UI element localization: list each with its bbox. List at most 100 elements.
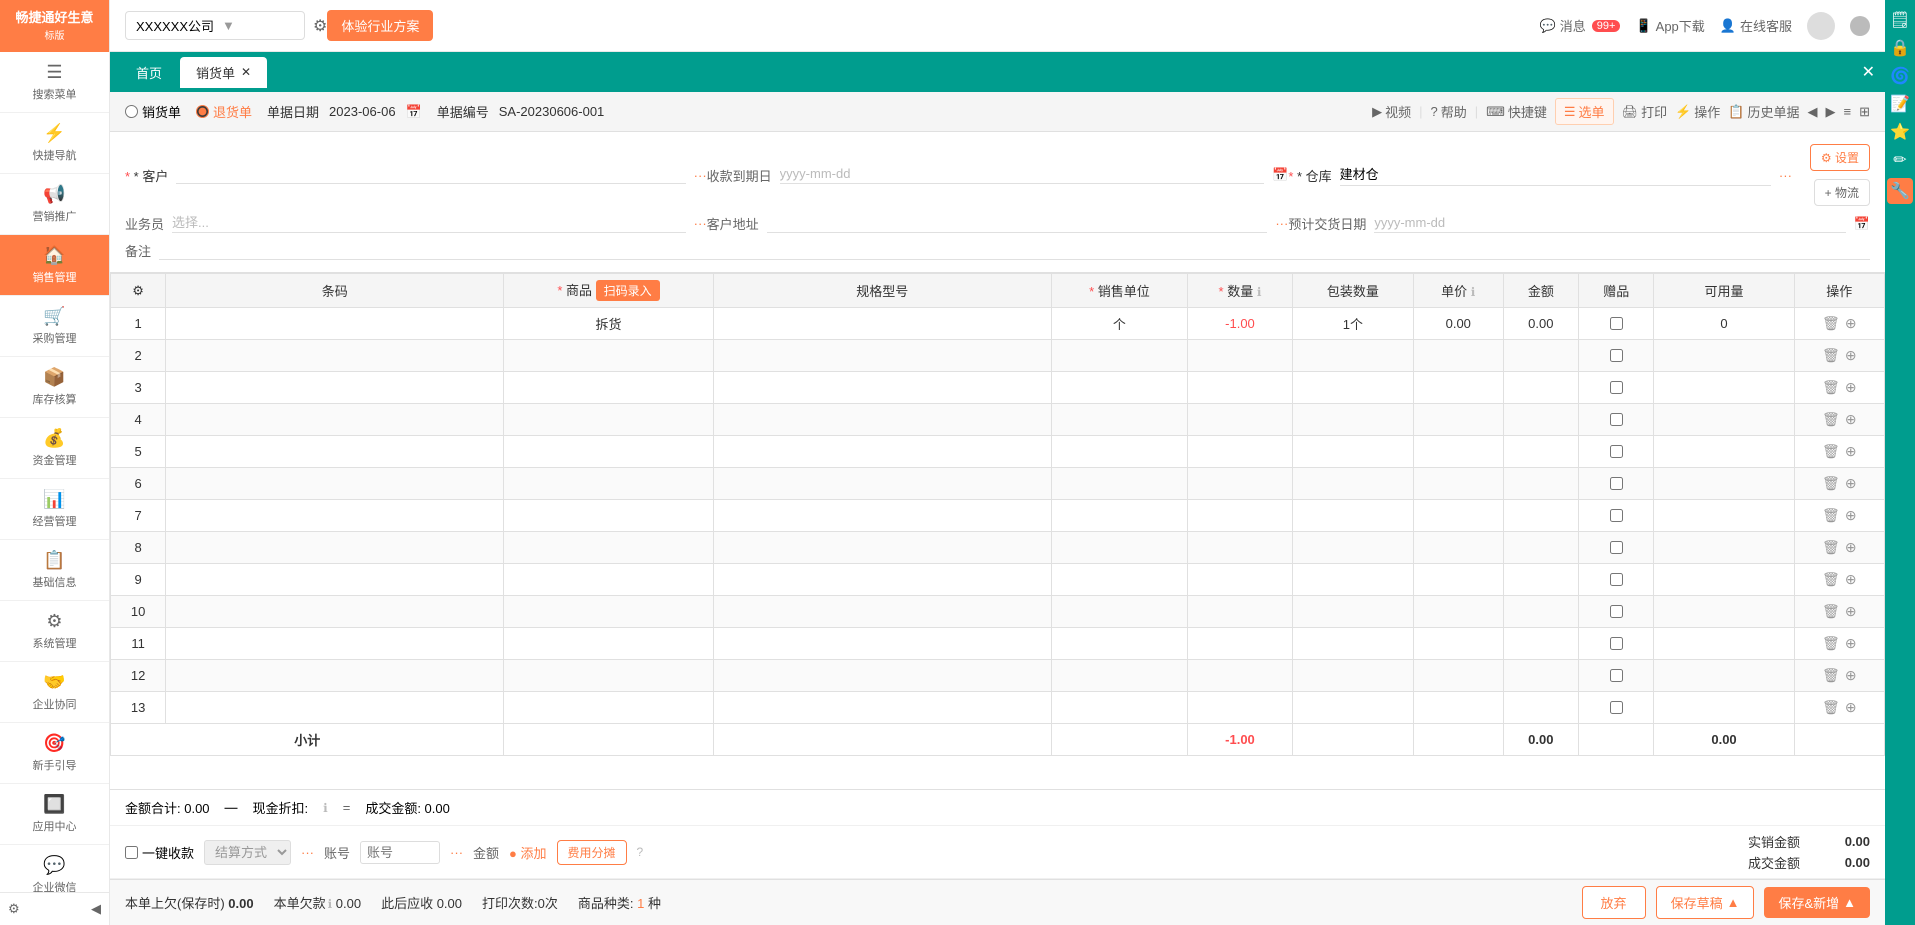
spec-input[interactable] (722, 604, 1043, 619)
one-key-payment-checkbox[interactable] (125, 846, 138, 859)
spec-input[interactable] (722, 668, 1043, 683)
toolbar-operate[interactable]: ⚡ 操作 (1675, 102, 1720, 121)
prev-icon[interactable]: ◀ (1808, 104, 1818, 120)
gift-checkbox[interactable] (1610, 509, 1623, 522)
scan-button[interactable]: 扫码录入 (596, 280, 660, 301)
delete-icon[interactable]: 🗑 (1822, 475, 1840, 492)
barcode-input[interactable] (174, 476, 495, 491)
cell-spec[interactable] (713, 500, 1051, 532)
sidebar-item-purchase[interactable]: 🛒 采购管理 (0, 296, 109, 357)
barcode-input[interactable] (174, 604, 495, 619)
delete-icon[interactable]: 🗑 (1822, 635, 1840, 652)
gift-checkbox[interactable] (1610, 637, 1623, 650)
sidebar-item-quick-nav[interactable]: ⚡ 快捷导航 (0, 113, 109, 174)
spec-input[interactable] (722, 444, 1043, 459)
col-gear[interactable]: ⚙ (111, 274, 166, 308)
spec-input[interactable] (722, 540, 1043, 555)
account-more-icon[interactable]: ··· (450, 845, 463, 860)
copy-icon[interactable]: ⊕ (1845, 571, 1857, 588)
delete-icon[interactable]: 🗑 (1822, 347, 1840, 364)
gift-checkbox[interactable] (1610, 477, 1623, 490)
cell-barcode[interactable] (166, 596, 504, 628)
fee-split-button[interactable]: 费用分摊 (557, 840, 627, 865)
cell-barcode[interactable] (166, 564, 504, 596)
cell-spec[interactable] (713, 596, 1051, 628)
delete-icon[interactable]: 🗑 (1822, 315, 1840, 332)
delete-icon[interactable]: 🗑 (1822, 411, 1840, 428)
spec-input[interactable] (722, 572, 1043, 587)
cell-barcode[interactable] (166, 532, 504, 564)
gift-checkbox[interactable] (1610, 605, 1623, 618)
add-link[interactable]: ● 添加 (509, 843, 546, 862)
toolbar-help[interactable]: ? 帮助 (1430, 102, 1466, 121)
sidebar-settings-icon[interactable]: ⚙ (8, 901, 20, 917)
expected-date-calendar-icon[interactable]: 📅 (1854, 216, 1870, 232)
spec-input[interactable] (722, 380, 1043, 395)
barcode-input[interactable] (174, 700, 495, 715)
tab-home[interactable]: 首页 (120, 57, 178, 88)
toolbar-history[interactable]: 📋 历史单据 (1728, 102, 1799, 121)
rs-icon-3[interactable]: 🌀 (1890, 66, 1910, 86)
spec-input[interactable] (722, 700, 1043, 715)
one-key-payment-check[interactable]: 一键收款 (125, 843, 194, 862)
cell-barcode[interactable] (166, 692, 504, 724)
rs-icon-6[interactable]: ✏ (1893, 150, 1906, 170)
grid-view-icon[interactable]: ⊞ (1859, 104, 1870, 120)
payment-method-select[interactable]: 结算方式 (204, 840, 291, 865)
barcode-input[interactable] (174, 508, 495, 523)
spec-input[interactable] (722, 412, 1043, 427)
barcode-input[interactable] (174, 444, 495, 459)
cell-barcode[interactable] (166, 468, 504, 500)
delete-icon[interactable]: 🗑 (1822, 571, 1840, 588)
barcode-input[interactable] (174, 380, 495, 395)
barcode-input[interactable] (174, 540, 495, 555)
warehouse-more-icon[interactable]: ··· (1779, 168, 1792, 183)
cell-spec[interactable] (713, 308, 1051, 340)
sidebar-collapse-icon[interactable]: ◀ (91, 901, 101, 917)
spec-input[interactable] (722, 636, 1043, 651)
cell-spec[interactable] (713, 660, 1051, 692)
save-new-button[interactable]: 保存&新增 ▲ (1764, 887, 1870, 918)
sidebar-item-sales[interactable]: 🏠 销售管理 (0, 235, 109, 296)
copy-icon[interactable]: ⊕ (1845, 699, 1857, 716)
copy-icon[interactable]: ⊕ (1845, 475, 1857, 492)
logistics-button[interactable]: + 物流 (1814, 179, 1870, 206)
toolbar-print[interactable]: 🖨 打印 (1622, 102, 1668, 121)
sidebar-item-guide[interactable]: 🎯 新手引导 (0, 723, 109, 784)
barcode-input[interactable] (174, 316, 495, 331)
copy-icon[interactable]: ⊕ (1845, 603, 1857, 620)
rs-icon-2[interactable]: 🔒 (1890, 38, 1910, 58)
cell-spec[interactable] (713, 436, 1051, 468)
copy-icon[interactable]: ⊕ (1845, 347, 1857, 364)
cell-barcode[interactable] (166, 500, 504, 532)
delete-icon[interactable]: 🗑 (1822, 667, 1840, 684)
radio-return-order-input[interactable] (196, 105, 209, 118)
gift-checkbox[interactable] (1610, 669, 1623, 682)
cell-barcode[interactable] (166, 660, 504, 692)
list-view-icon[interactable]: ≡ (1844, 104, 1852, 119)
radio-sales-order-input[interactable] (125, 105, 138, 118)
spec-input[interactable] (722, 476, 1043, 491)
rs-icon-7[interactable]: 🔧 (1887, 178, 1913, 204)
delete-icon[interactable]: 🗑 (1822, 699, 1840, 716)
spec-input[interactable] (722, 508, 1043, 523)
save-draft-button[interactable]: 保存草稿 ▲ (1656, 886, 1755, 919)
delete-icon[interactable]: 🗑 (1822, 539, 1840, 556)
cell-barcode[interactable] (166, 404, 504, 436)
barcode-input[interactable] (174, 412, 495, 427)
online-service-button[interactable]: 👤 在线客服 (1720, 16, 1792, 35)
setup-button[interactable]: ⚙ 设置 (1810, 144, 1870, 171)
expected-date-input[interactable] (1374, 215, 1845, 230)
sidebar-item-inventory[interactable]: 📦 库存核算 (0, 357, 109, 418)
customer-more-icon[interactable]: ··· (694, 168, 707, 183)
spec-input[interactable] (722, 316, 1043, 331)
copy-icon[interactable]: ⊕ (1845, 315, 1857, 332)
sidebar-item-marketing[interactable]: 📢 营销推广 (0, 174, 109, 235)
toolbar-select[interactable]: ☰ 选单 (1555, 98, 1614, 125)
cell-spec[interactable] (713, 532, 1051, 564)
gift-checkbox[interactable] (1610, 413, 1623, 426)
gift-checkbox[interactable] (1610, 317, 1623, 330)
gift-checkbox[interactable] (1610, 701, 1623, 714)
owe-info-icon[interactable]: ℹ (328, 897, 333, 911)
barcode-input[interactable] (174, 572, 495, 587)
